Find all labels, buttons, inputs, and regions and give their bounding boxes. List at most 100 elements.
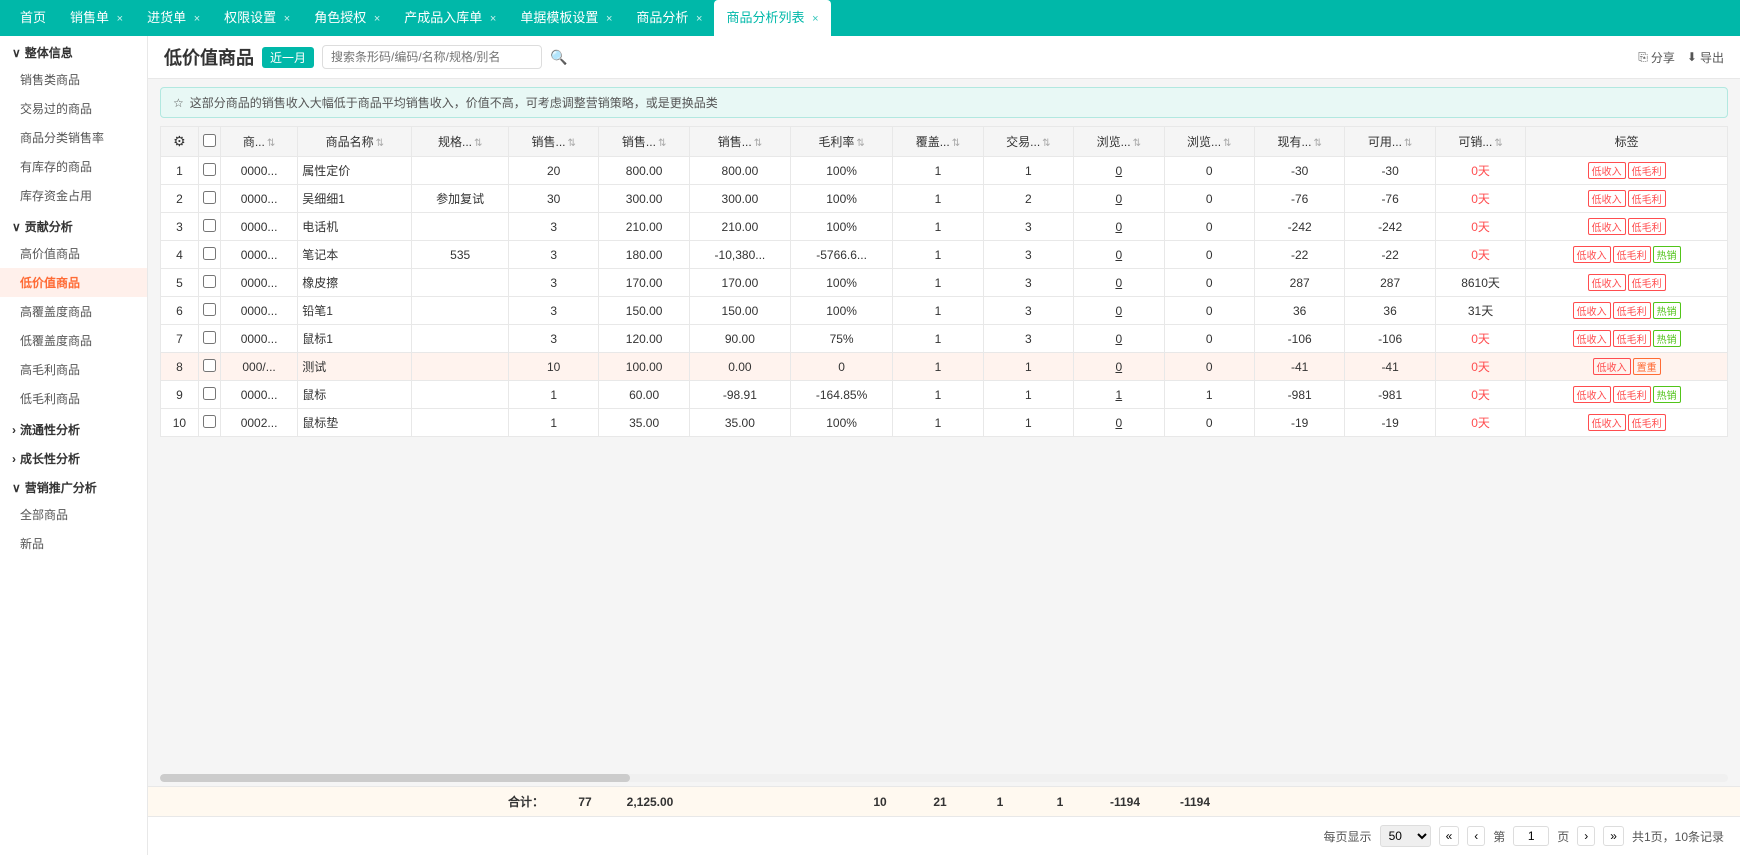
sidebar-item-all-products[interactable]: 全部商品 bbox=[0, 500, 147, 529]
col-sale3[interactable]: 销售...⇅ bbox=[689, 127, 790, 157]
view1-link[interactable]: 0 bbox=[1115, 220, 1122, 234]
cell-checkbox[interactable] bbox=[198, 213, 220, 241]
page-size-select[interactable]: 50 100 bbox=[1380, 825, 1431, 847]
sidebar-item-traded-products[interactable]: 交易过的商品 bbox=[0, 94, 147, 123]
cell-view1[interactable]: 0 bbox=[1074, 241, 1164, 269]
col-code[interactable]: 商...⇅ bbox=[220, 127, 297, 157]
view1-link[interactable]: 0 bbox=[1115, 164, 1122, 178]
select-all-checkbox[interactable] bbox=[203, 134, 216, 147]
sidebar-item-stock-funds[interactable]: 库存资金占用 bbox=[0, 181, 147, 210]
nav-sales[interactable]: 销售单 × bbox=[58, 0, 135, 36]
col-view2[interactable]: 浏览...⇅ bbox=[1164, 127, 1254, 157]
view1-link[interactable]: 0 bbox=[1115, 248, 1122, 262]
row-checkbox[interactable] bbox=[203, 163, 216, 176]
sidebar-item-stocked-products[interactable]: 有库存的商品 bbox=[0, 152, 147, 181]
horizontal-scrollbar[interactable] bbox=[160, 774, 1728, 782]
next-page-button[interactable]: › bbox=[1577, 826, 1595, 846]
nav-template[interactable]: 单据模板设置 × bbox=[508, 0, 624, 36]
cell-view1[interactable]: 0 bbox=[1074, 269, 1164, 297]
row-checkbox[interactable] bbox=[203, 359, 216, 372]
cell-checkbox[interactable] bbox=[198, 157, 220, 185]
nav-inbound[interactable]: 产成品入库单 × bbox=[392, 0, 508, 36]
nav-roles-close[interactable]: × bbox=[374, 13, 380, 25]
cell-checkbox[interactable] bbox=[198, 353, 220, 381]
nav-sales-close[interactable]: × bbox=[117, 13, 123, 25]
cell-view1[interactable]: 0 bbox=[1074, 213, 1164, 241]
col-gear[interactable]: ⚙ bbox=[161, 127, 199, 157]
col-sellable[interactable]: 可销...⇅ bbox=[1435, 127, 1525, 157]
col-stock2[interactable]: 可用...⇅ bbox=[1345, 127, 1435, 157]
cell-view1[interactable]: 0 bbox=[1074, 185, 1164, 213]
col-checkbox[interactable] bbox=[198, 127, 220, 157]
nav-product-analysis-close[interactable]: × bbox=[696, 13, 702, 25]
nav-roles[interactable]: 角色授权 × bbox=[302, 0, 392, 36]
col-stock1[interactable]: 现有...⇅ bbox=[1254, 127, 1344, 157]
cell-view1[interactable]: 1 bbox=[1074, 381, 1164, 409]
col-sale2[interactable]: 销售...⇅ bbox=[599, 127, 689, 157]
view1-link[interactable]: 0 bbox=[1115, 360, 1122, 374]
sidebar-group-contribution[interactable]: ∨ 贡献分析 bbox=[0, 210, 147, 239]
sidebar-group-overall[interactable]: ∨ 整体信息 bbox=[0, 36, 147, 65]
row-checkbox[interactable] bbox=[203, 331, 216, 344]
sidebar-group-growth[interactable]: › 成长性分析 bbox=[0, 442, 147, 471]
gear-icon[interactable]: ⚙ bbox=[173, 133, 186, 149]
last-page-button[interactable]: » bbox=[1603, 826, 1624, 846]
share-button[interactable]: ⎘ 分享 bbox=[1638, 49, 1675, 66]
prev-page-button[interactable]: ‹ bbox=[1467, 826, 1485, 846]
scrollbar-thumb[interactable] bbox=[160, 774, 630, 782]
col-view1[interactable]: 浏览...⇅ bbox=[1074, 127, 1164, 157]
cell-view1[interactable]: 0 bbox=[1074, 157, 1164, 185]
cell-checkbox[interactable] bbox=[198, 185, 220, 213]
col-name[interactable]: 商品名称⇅ bbox=[298, 127, 412, 157]
row-checkbox[interactable] bbox=[203, 247, 216, 260]
view1-link[interactable]: 0 bbox=[1115, 332, 1122, 346]
row-checkbox[interactable] bbox=[203, 303, 216, 316]
nav-permissions[interactable]: 权限设置 × bbox=[212, 0, 302, 36]
sidebar-group-circulation[interactable]: › 流通性分析 bbox=[0, 413, 147, 442]
sidebar-item-low-value[interactable]: 低价值商品 bbox=[0, 268, 147, 297]
nav-product-analysis[interactable]: 商品分析 × bbox=[624, 0, 714, 36]
cell-view1[interactable]: 0 bbox=[1074, 409, 1164, 437]
sidebar-item-category-rate[interactable]: 商品分类销售率 bbox=[0, 123, 147, 152]
cell-checkbox[interactable] bbox=[198, 269, 220, 297]
cell-view1[interactable]: 0 bbox=[1074, 297, 1164, 325]
cell-checkbox[interactable] bbox=[198, 381, 220, 409]
nav-inbound-close[interactable]: × bbox=[490, 13, 496, 25]
nav-template-close[interactable]: × bbox=[606, 13, 612, 25]
row-checkbox[interactable] bbox=[203, 191, 216, 204]
cell-view1[interactable]: 0 bbox=[1074, 353, 1164, 381]
sidebar-item-new-products[interactable]: 新品 bbox=[0, 529, 147, 558]
cell-checkbox[interactable] bbox=[198, 325, 220, 353]
col-margin[interactable]: 毛利率⇅ bbox=[790, 127, 892, 157]
sidebar-item-high-margin[interactable]: 高毛利商品 bbox=[0, 355, 147, 384]
cell-checkbox[interactable] bbox=[198, 241, 220, 269]
nav-product-analysis-list[interactable]: 商品分析列表 × bbox=[714, 0, 830, 36]
row-checkbox[interactable] bbox=[203, 415, 216, 428]
nav-home[interactable]: 首页 bbox=[8, 0, 58, 36]
sidebar-item-sales-products[interactable]: 销售类商品 bbox=[0, 65, 147, 94]
cell-checkbox[interactable] bbox=[198, 297, 220, 325]
sidebar-group-marketing[interactable]: ∨ 营销推广分析 bbox=[0, 471, 147, 500]
nav-permissions-close[interactable]: × bbox=[284, 13, 290, 25]
nav-product-list-close[interactable]: × bbox=[812, 13, 818, 25]
cell-view1[interactable]: 0 bbox=[1074, 325, 1164, 353]
view1-link[interactable]: 0 bbox=[1115, 276, 1122, 290]
nav-purchase[interactable]: 进货单 × bbox=[135, 0, 212, 36]
col-cover[interactable]: 覆盖...⇅ bbox=[893, 127, 983, 157]
row-checkbox[interactable] bbox=[203, 275, 216, 288]
sidebar-item-high-value[interactable]: 高价值商品 bbox=[0, 239, 147, 268]
sidebar-item-high-coverage[interactable]: 高覆盖度商品 bbox=[0, 297, 147, 326]
search-input[interactable] bbox=[322, 45, 542, 69]
col-spec[interactable]: 规格...⇅ bbox=[412, 127, 509, 157]
view1-link[interactable]: 0 bbox=[1115, 304, 1122, 318]
view1-link[interactable]: 0 bbox=[1115, 416, 1122, 430]
cell-checkbox[interactable] bbox=[198, 409, 220, 437]
row-checkbox[interactable] bbox=[203, 219, 216, 232]
col-sale1[interactable]: 销售...⇅ bbox=[508, 127, 598, 157]
page-number-input[interactable] bbox=[1513, 826, 1549, 846]
first-page-button[interactable]: « bbox=[1439, 826, 1460, 846]
nav-purchase-close[interactable]: × bbox=[194, 13, 200, 25]
row-checkbox[interactable] bbox=[203, 387, 216, 400]
sidebar-item-low-coverage[interactable]: 低覆盖度商品 bbox=[0, 326, 147, 355]
view1-link[interactable]: 1 bbox=[1115, 388, 1122, 402]
